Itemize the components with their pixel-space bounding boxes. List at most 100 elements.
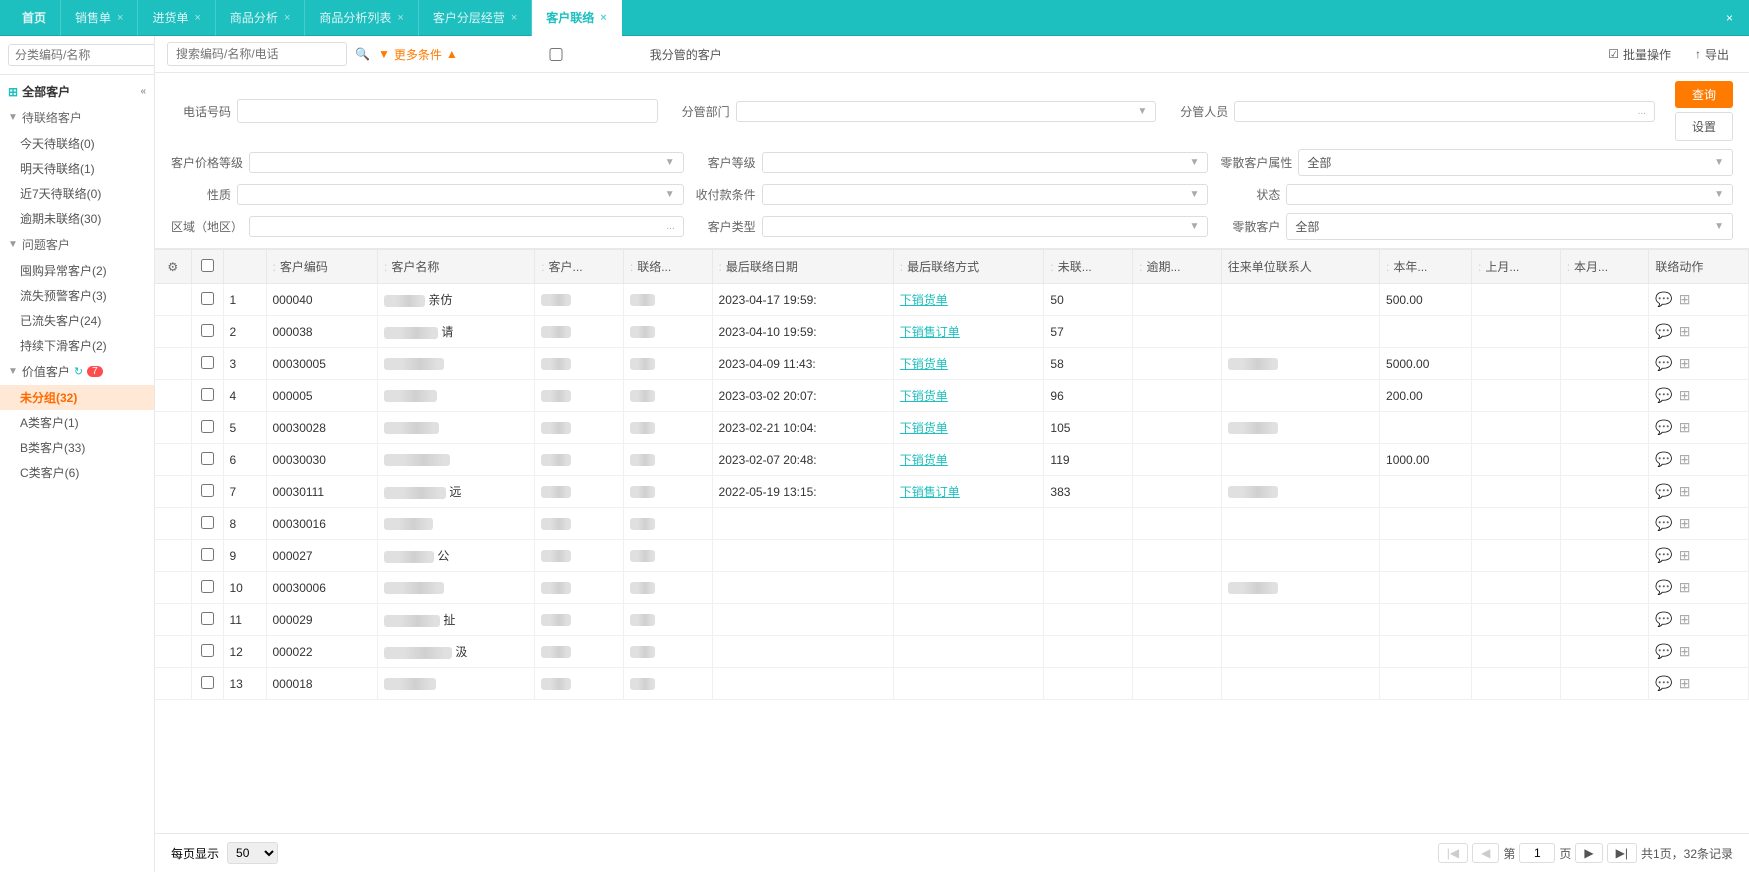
- sidebar-item-ungroup[interactable]: 未分组(32): [0, 385, 154, 410]
- pending-contact-group[interactable]: ▼ 待联络客户: [0, 104, 154, 131]
- chat-icon[interactable]: 💬: [1655, 611, 1672, 628]
- page-number-input[interactable]: [1519, 843, 1555, 863]
- all-customers-header[interactable]: ⊞ 全部客户 «: [0, 75, 154, 104]
- zero-attr-select[interactable]: 全部▼: [1298, 149, 1733, 176]
- payment-select[interactable]: ▼: [762, 184, 1209, 205]
- row-select-checkbox[interactable]: [201, 548, 214, 561]
- filter-search-icon[interactable]: 🔍: [355, 47, 370, 61]
- chat-icon[interactable]: 💬: [1655, 419, 1672, 436]
- problem-customers-group[interactable]: ▼ 问题客户: [0, 231, 154, 258]
- chat-icon[interactable]: 💬: [1655, 515, 1672, 532]
- sidebar-item-today[interactable]: 今天待联络(0): [0, 131, 154, 156]
- search-input[interactable]: [167, 42, 347, 66]
- chat-icon[interactable]: 💬: [1655, 451, 1672, 468]
- apps-icon[interactable]: ⊞: [1679, 611, 1691, 628]
- apps-icon[interactable]: ⊞: [1679, 419, 1691, 436]
- manager-select[interactable]: ...: [1234, 101, 1655, 122]
- last-contact-date-column-header[interactable]: :最后联络日期: [712, 250, 893, 284]
- tab-purchase[interactable]: 进货单 ×: [138, 0, 215, 36]
- prev-page-button[interactable]: ◀: [1472, 843, 1499, 863]
- close-icon[interactable]: ×: [511, 12, 517, 24]
- apps-icon[interactable]: ⊞: [1679, 483, 1691, 500]
- dept-select[interactable]: ▼: [736, 101, 1157, 122]
- sidebar-item-tomorrow[interactable]: 明天待联络(1): [0, 156, 154, 181]
- zero-customer-select[interactable]: 全部▼: [1286, 213, 1733, 240]
- row-select-checkbox[interactable]: [201, 484, 214, 497]
- query-button[interactable]: 查询: [1675, 81, 1733, 108]
- sidebar-item-declining[interactable]: 持续下滑客户(2): [0, 333, 154, 358]
- close-icon[interactable]: ×: [284, 12, 290, 24]
- settings-column-header[interactable]: ⚙: [155, 250, 191, 284]
- row-select-checkbox[interactable]: [201, 324, 214, 337]
- sidebar-item-group-c[interactable]: C类客户(6): [0, 460, 154, 485]
- chat-icon[interactable]: 💬: [1655, 387, 1672, 404]
- last-page-button[interactable]: ▶|: [1607, 843, 1637, 863]
- customer-level-select[interactable]: ▼: [762, 152, 1209, 173]
- chat-icon[interactable]: 💬: [1655, 675, 1672, 692]
- sidebar-item-group-b[interactable]: B类客户(33): [0, 435, 154, 460]
- tab-product-analysis[interactable]: 商品分析 ×: [216, 0, 305, 36]
- close-icon[interactable]: ×: [397, 12, 403, 24]
- reset-button[interactable]: 设置: [1675, 112, 1733, 141]
- sidebar-search-input[interactable]: [8, 44, 155, 66]
- refresh-icon[interactable]: ↻: [74, 365, 83, 378]
- apps-icon[interactable]: ⊞: [1679, 515, 1691, 532]
- chat-icon[interactable]: 💬: [1655, 643, 1672, 660]
- row-select-checkbox[interactable]: [201, 452, 214, 465]
- row-select-checkbox[interactable]: [201, 292, 214, 305]
- row-select-checkbox[interactable]: [201, 388, 214, 401]
- sidebar-item-churn-warning[interactable]: 流失预警客户(3): [0, 283, 154, 308]
- select-all-checkbox[interactable]: [201, 259, 214, 272]
- apps-icon[interactable]: ⊞: [1679, 323, 1691, 340]
- tab-customer-segment[interactable]: 客户分层经营 ×: [419, 0, 532, 36]
- my-customers-checkbox[interactable]: [466, 48, 646, 61]
- customer-type-select[interactable]: ▼: [762, 216, 1209, 237]
- score-customers-group[interactable]: ▼ 价值客户 ↻ 7: [0, 358, 154, 385]
- sidebar-item-group-a[interactable]: A类客户(1): [0, 410, 154, 435]
- tab-customer-contact[interactable]: 客户联络 ×: [532, 0, 621, 36]
- phone-input[interactable]: [237, 99, 658, 123]
- export-button[interactable]: ↑ 导出: [1687, 43, 1737, 66]
- name-column-header[interactable]: :客户名称: [378, 250, 535, 284]
- apps-icon[interactable]: ⊞: [1679, 547, 1691, 564]
- more-conditions-button[interactable]: ▼ 更多条件 ▲: [378, 46, 458, 63]
- row-select-checkbox[interactable]: [201, 516, 214, 529]
- status-select[interactable]: ▼: [1286, 184, 1733, 205]
- row-select-checkbox[interactable]: [201, 612, 214, 625]
- window-close-button[interactable]: ×: [1718, 7, 1741, 29]
- batch-operations-button[interactable]: ☑ 批量操作: [1600, 43, 1679, 66]
- chat-icon[interactable]: 💬: [1655, 323, 1672, 340]
- row-select-checkbox[interactable]: [201, 676, 214, 689]
- gender-select[interactable]: ▼: [237, 184, 684, 205]
- apps-icon[interactable]: ⊞: [1679, 355, 1691, 372]
- row-select-checkbox[interactable]: [201, 644, 214, 657]
- row-select-checkbox[interactable]: [201, 420, 214, 433]
- chat-icon[interactable]: 💬: [1655, 547, 1672, 564]
- sidebar-item-overdue[interactable]: 逾期未联络(30): [0, 206, 154, 231]
- next-page-button[interactable]: ▶: [1575, 843, 1602, 863]
- sidebar-item-7days[interactable]: 近7天待联络(0): [0, 181, 154, 206]
- row-select-checkbox[interactable]: [201, 580, 214, 593]
- row-select-checkbox[interactable]: [201, 356, 214, 369]
- region-select[interactable]: ...: [249, 216, 684, 237]
- sidebar-item-churned[interactable]: 已流失客户(24): [0, 308, 154, 333]
- chat-icon[interactable]: 💬: [1655, 579, 1672, 596]
- sidebar-item-abnormal[interactable]: 囤购异常客户(2): [0, 258, 154, 283]
- chat-icon[interactable]: 💬: [1655, 355, 1672, 372]
- apps-icon[interactable]: ⊞: [1679, 291, 1691, 308]
- code-column-header[interactable]: :客户编码: [266, 250, 378, 284]
- apps-icon[interactable]: ⊞: [1679, 579, 1691, 596]
- close-icon[interactable]: ×: [194, 12, 200, 24]
- price-level-select[interactable]: ▼: [249, 152, 684, 173]
- close-icon[interactable]: ×: [117, 12, 123, 24]
- tab-sales[interactable]: 销售单 ×: [61, 0, 138, 36]
- chat-icon[interactable]: 💬: [1655, 291, 1672, 308]
- per-page-select[interactable]: 50 100: [227, 842, 278, 864]
- first-page-button[interactable]: |◀: [1438, 843, 1468, 863]
- apps-icon[interactable]: ⊞: [1679, 387, 1691, 404]
- apps-icon[interactable]: ⊞: [1679, 451, 1691, 468]
- tab-home[interactable]: 首页: [8, 0, 61, 36]
- apps-icon[interactable]: ⊞: [1679, 675, 1691, 692]
- apps-icon[interactable]: ⊞: [1679, 643, 1691, 660]
- tab-product-analysis-list[interactable]: 商品分析列表 ×: [305, 0, 418, 36]
